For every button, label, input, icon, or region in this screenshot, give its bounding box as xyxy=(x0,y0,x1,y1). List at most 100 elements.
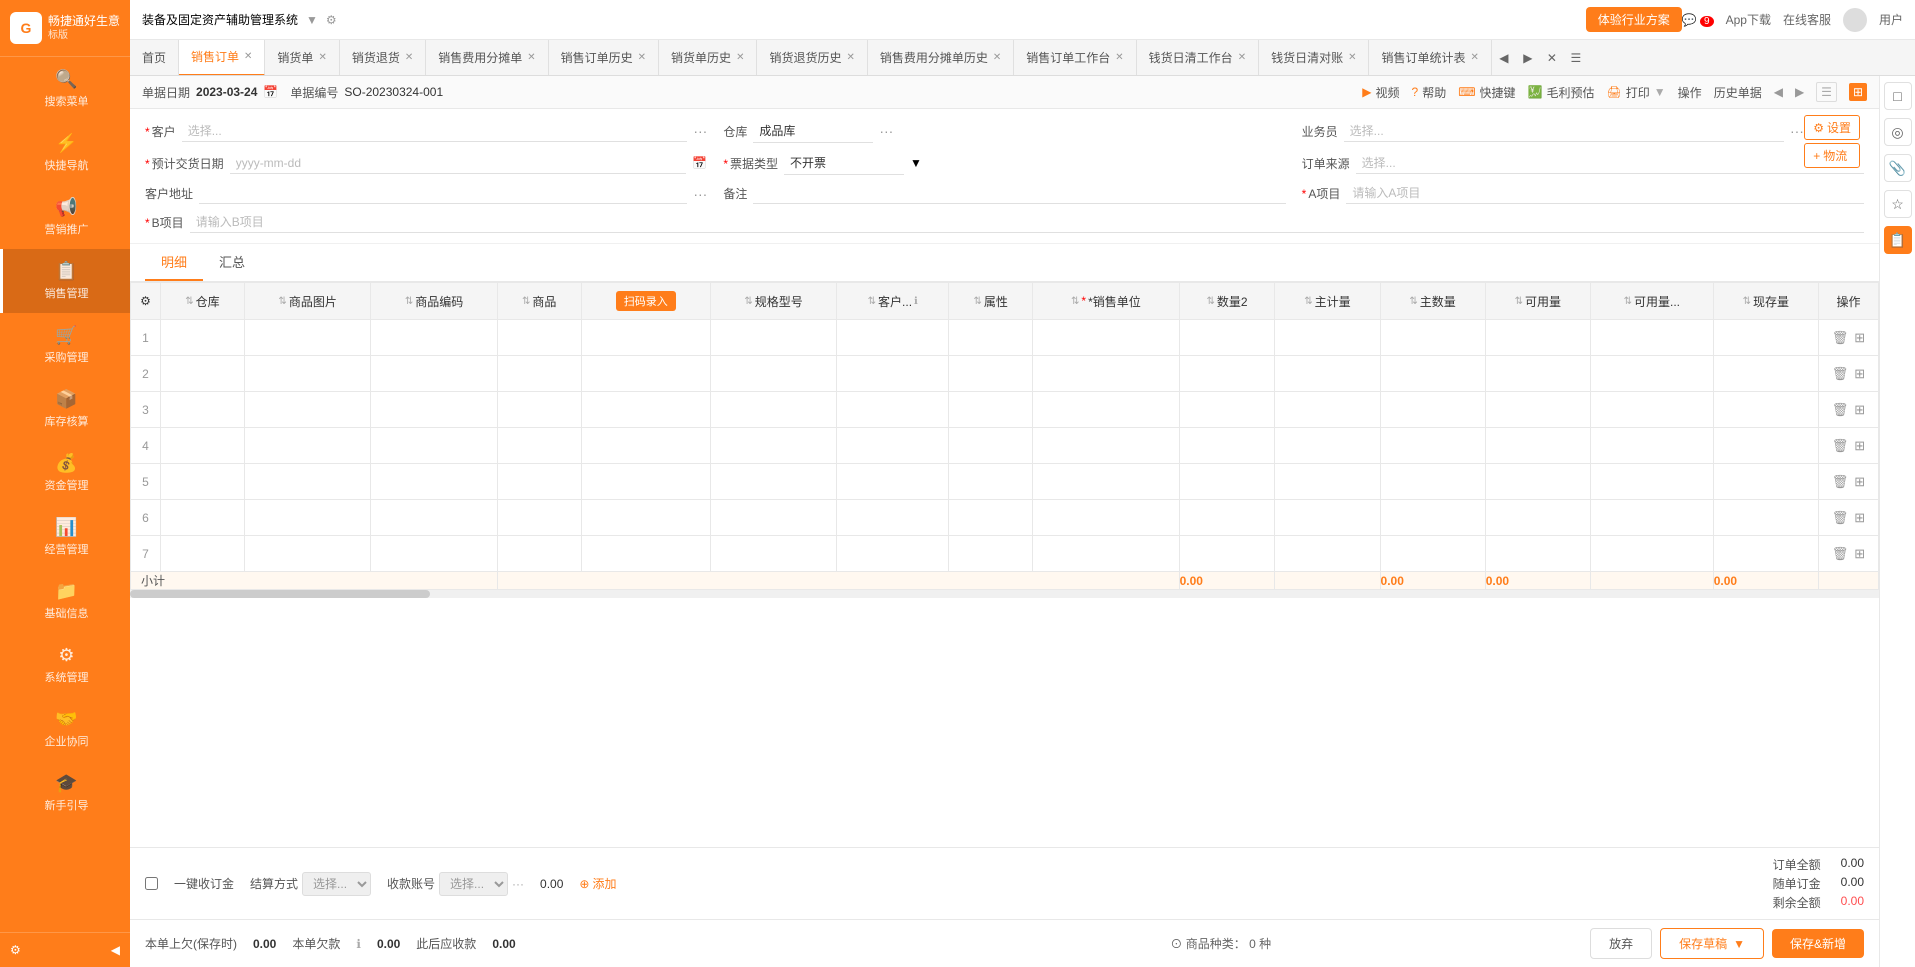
tab-item-7[interactable]: 销货退货历史✕ xyxy=(757,40,867,76)
cell-product[interactable] xyxy=(497,320,581,356)
copy-icon[interactable]: ⊞ xyxy=(1854,330,1865,346)
cell-sales-unit[interactable] xyxy=(1033,320,1179,356)
customer-more-btn[interactable]: ··· xyxy=(693,123,707,139)
cell-main-unit[interactable] xyxy=(1275,464,1380,500)
b-project-input[interactable] xyxy=(190,212,1864,233)
cell-code[interactable] xyxy=(371,536,497,572)
cell-code[interactable] xyxy=(371,320,497,356)
help-action[interactable]: ? 帮助 xyxy=(1412,84,1447,101)
cell-code[interactable] xyxy=(371,428,497,464)
scan-btn[interactable]: 扫码录入 xyxy=(616,291,676,311)
cell-qty2[interactable] xyxy=(1179,356,1275,392)
next-record-btn[interactable]: ▶ xyxy=(1795,85,1804,99)
copy-icon[interactable]: ⊞ xyxy=(1854,402,1865,418)
tab-close-11[interactable]: ✕ xyxy=(1348,52,1356,63)
delete-icon[interactable]: 🗑 xyxy=(1832,402,1849,418)
operate-action[interactable]: 操作 xyxy=(1678,84,1702,101)
industry-btn[interactable]: 体验行业方案 xyxy=(1586,7,1682,32)
cell-main-qty[interactable] xyxy=(1380,464,1485,500)
right-btn-4[interactable]: ☆ xyxy=(1884,190,1912,218)
calendar-icon2[interactable]: 📅 xyxy=(692,156,707,170)
tab-close-10[interactable]: ✕ xyxy=(1238,52,1246,63)
tab-next-btn[interactable]: ▶ xyxy=(1516,40,1540,76)
sidebar-item-资金管理[interactable]: 💰 资金管理 xyxy=(0,441,130,505)
cell-warehouse[interactable] xyxy=(161,356,245,392)
cell-customer-code[interactable] xyxy=(837,500,949,536)
cell-sales-unit[interactable] xyxy=(1033,392,1179,428)
calendar-icon[interactable]: 📅 xyxy=(263,85,278,99)
cell-product[interactable] xyxy=(497,392,581,428)
cell-qty2[interactable] xyxy=(1179,428,1275,464)
cell-main-unit[interactable] xyxy=(1275,392,1380,428)
tab-item-0[interactable]: 首页 xyxy=(130,40,179,76)
th-settings[interactable]: ⚙ xyxy=(131,283,161,320)
online-service-link[interactable]: 在线客服 xyxy=(1783,11,1831,28)
addr-more-btn[interactable]: ··· xyxy=(693,186,707,202)
cell-sales-unit[interactable] xyxy=(1033,428,1179,464)
settings-top-btn[interactable]: ⚙ 设置 xyxy=(1804,115,1860,140)
cell-spec[interactable] xyxy=(710,356,836,392)
payment-account-select[interactable]: 选择... xyxy=(439,872,508,896)
tab-close-2[interactable]: ✕ xyxy=(318,52,326,63)
delete-icon[interactable]: 🗑 xyxy=(1832,366,1849,382)
delivery-input[interactable] xyxy=(230,153,687,174)
cell-code[interactable] xyxy=(371,392,497,428)
tab-close-3[interactable]: ✕ xyxy=(405,52,413,63)
cell-sales-unit[interactable] xyxy=(1033,500,1179,536)
cell-main-qty[interactable] xyxy=(1380,356,1485,392)
settings-icon[interactable]: ⚙ xyxy=(10,943,21,957)
tab-close-12[interactable]: ✕ xyxy=(1471,52,1479,63)
tab-item-10[interactable]: 钱货日清工作台✕ xyxy=(1137,40,1259,76)
save-draft-btn[interactable]: 保存草稿 ▼ xyxy=(1660,928,1764,959)
one-click-checkbox[interactable] xyxy=(145,877,158,890)
cell-warehouse[interactable] xyxy=(161,464,245,500)
dropdown-icon[interactable]: ▼ xyxy=(306,13,318,27)
tab-close-9[interactable]: ✕ xyxy=(1115,52,1123,63)
sidebar-item-销售管理[interactable]: 📋 销售管理 xyxy=(0,249,130,313)
cell-warehouse[interactable] xyxy=(161,428,245,464)
customer-input[interactable] xyxy=(182,121,688,142)
cell-code[interactable] xyxy=(371,500,497,536)
cell-customer-code[interactable] xyxy=(837,356,949,392)
warehouse-more-btn[interactable]: ··· xyxy=(879,123,893,139)
right-btn-2[interactable]: ◎ xyxy=(1884,118,1912,146)
grid-view-btn[interactable]: ⊞ xyxy=(1849,83,1867,101)
cell-attribute[interactable] xyxy=(949,464,1033,500)
cell-attribute[interactable] xyxy=(949,500,1033,536)
cell-product[interactable] xyxy=(497,428,581,464)
cell-attribute[interactable] xyxy=(949,392,1033,428)
cell-attribute[interactable] xyxy=(949,428,1033,464)
salesperson-input[interactable] xyxy=(1344,121,1784,142)
sidebar-item-快捷导航[interactable]: ⚡ 快捷导航 xyxy=(0,121,130,185)
invoice-dropdown-icon[interactable]: ▼ xyxy=(910,156,922,170)
sidebar-item-采购管理[interactable]: 🛒 采购管理 xyxy=(0,313,130,377)
note-input[interactable] xyxy=(753,183,1285,204)
sidebar-item-库存核算[interactable]: 📦 库存核算 xyxy=(0,377,130,441)
right-btn-3[interactable]: 📎 xyxy=(1884,154,1912,182)
profit-action[interactable]: 💹 毛利预估 xyxy=(1528,84,1595,101)
tab-close-6[interactable]: ✕ xyxy=(736,52,744,63)
tab-close-7[interactable]: ✕ xyxy=(846,52,854,63)
cell-code[interactable] xyxy=(371,356,497,392)
cell-main-qty[interactable] xyxy=(1380,320,1485,356)
right-btn-5[interactable]: 📋 xyxy=(1884,226,1912,254)
copy-icon[interactable]: ⊞ xyxy=(1854,366,1865,382)
tab-item-11[interactable]: 钱货日清对账✕ xyxy=(1259,40,1369,76)
cell-qty2[interactable] xyxy=(1179,536,1275,572)
cell-warehouse[interactable] xyxy=(161,392,245,428)
cell-qty2[interactable] xyxy=(1179,500,1275,536)
delete-icon[interactable]: 🗑 xyxy=(1832,546,1849,562)
cell-spec[interactable] xyxy=(710,320,836,356)
app-download-link[interactable]: App下载 xyxy=(1726,11,1771,28)
cell-attribute[interactable] xyxy=(949,320,1033,356)
sidebar-item-基础信息[interactable]: 📁 基础信息 xyxy=(0,569,130,633)
copy-icon[interactable]: ⊞ xyxy=(1854,438,1865,454)
delete-icon[interactable]: 🗑 xyxy=(1832,474,1849,490)
cell-spec[interactable] xyxy=(710,392,836,428)
tab-detail[interactable]: 明细 xyxy=(145,244,203,281)
delete-icon[interactable]: 🗑 xyxy=(1832,438,1849,454)
tab-close-btn[interactable]: ✕ xyxy=(1540,40,1564,76)
tab-close-4[interactable]: ✕ xyxy=(527,52,535,63)
sidebar-item-企业协同[interactable]: 🤝 企业协同 xyxy=(0,697,130,761)
cell-sales-unit[interactable] xyxy=(1033,536,1179,572)
